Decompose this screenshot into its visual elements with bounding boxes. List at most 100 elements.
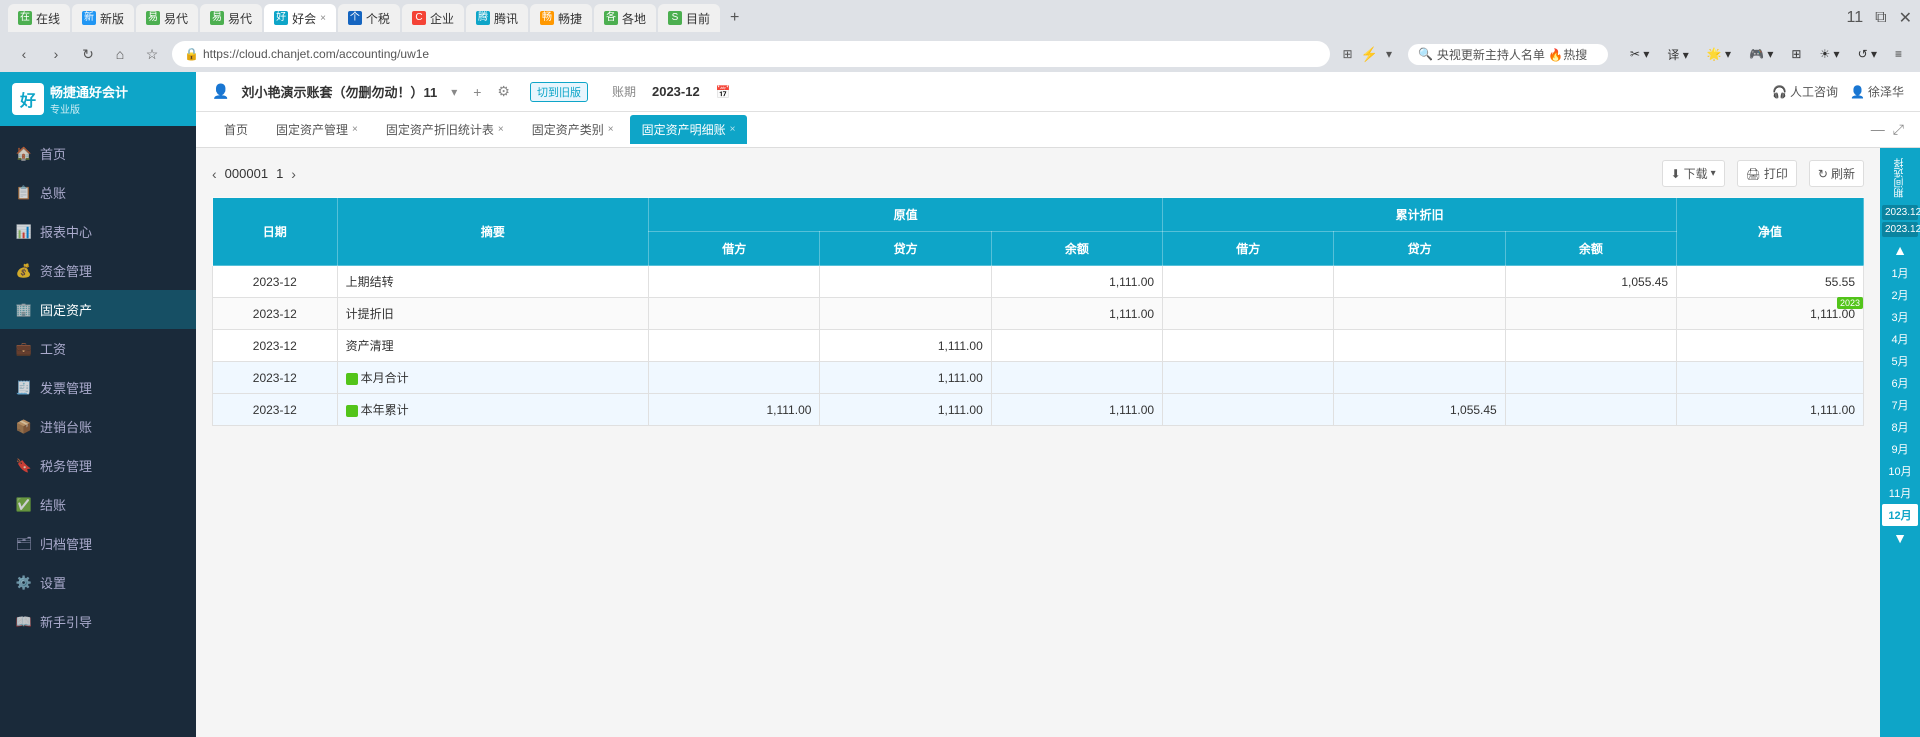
maximize-panel-btn[interactable]: ⤢ — [1893, 121, 1904, 138]
tab-close-fixed-asset-mgmt[interactable]: × — [352, 124, 358, 135]
cell-ov-credit: 1,111.00 — [820, 362, 991, 394]
tab-home[interactable]: 首页 — [212, 115, 260, 144]
period-date-2[interactable]: 2023.12 — [1882, 222, 1918, 237]
funds-icon: 💰 — [16, 263, 32, 279]
sidebar-item-archive[interactable]: 🗂 归档管理 — [0, 524, 196, 563]
address-bar-input[interactable]: 🔒 https://cloud.chanjet.com/accounting/u… — [172, 41, 1330, 67]
download-btn[interactable]: ⬇ 下载 ▾ — [1662, 160, 1725, 187]
download-icon: ⬇ — [1671, 167, 1681, 181]
period-month-2[interactable]: 2月 — [1882, 284, 1918, 306]
browser-tab-xinban[interactable]: 新 新版 — [72, 4, 134, 32]
browser-tab-qiye[interactable]: C 企业 — [402, 4, 464, 32]
customer-service-btn[interactable]: 🎧 人工咨询 — [1772, 83, 1838, 100]
period-month-11[interactable]: 11月 — [1882, 482, 1918, 504]
period-month-1[interactable]: 1月 — [1882, 262, 1918, 284]
period-month-3[interactable]: 3月 — [1882, 306, 1918, 328]
brightness-btn[interactable]: ☀ ▾ — [1813, 45, 1845, 63]
asset-detail-table: 日期 摘要 原值 累计折旧 净值 借方 贷方 余额 借方 贷方 余额 — [212, 197, 1864, 426]
game-btn[interactable]: 🎮 ▾ — [1743, 45, 1779, 63]
period-month-9[interactable]: 9月 — [1882, 438, 1918, 460]
browser-close-btn[interactable]: ✕ — [1899, 8, 1912, 28]
user-profile-btn[interactable]: 👤 徐泽华 — [1850, 83, 1904, 100]
dropdown-arrow[interactable]: ▾ — [451, 85, 457, 99]
sidebar-item-funds[interactable]: 💰 资金管理 — [0, 251, 196, 290]
switch-version-btn[interactable]: 切到旧版 — [530, 82, 588, 102]
browser-tab-zaix[interactable]: 在 在线 — [8, 4, 70, 32]
period-month-5[interactable]: 5月 — [1882, 350, 1918, 372]
cell-ov-credit — [820, 266, 991, 298]
next-page-btn[interactable]: › — [291, 166, 296, 182]
translate-btn[interactable]: 译 ▾ — [1661, 44, 1694, 65]
tab-depreciation-stats[interactable]: 固定资产折旧统计表 × — [374, 115, 516, 144]
cell-summary: 本年累计 — [337, 394, 649, 426]
browser-tab-geshui[interactable]: 个 个税 — [338, 4, 400, 32]
tab-close-asset-detail[interactable]: × — [730, 124, 736, 135]
tab-close-haohui[interactable]: × — [320, 13, 326, 24]
tab-asset-category[interactable]: 固定资产类别 × — [520, 115, 626, 144]
period-date-1[interactable]: 2023.12 — [1882, 205, 1918, 220]
back-button[interactable]: ‹ — [12, 42, 36, 66]
period-month-10[interactable]: 10月 — [1882, 460, 1918, 482]
browser-minimize[interactable]: 11 — [1847, 9, 1864, 27]
grid-btn[interactable]: ⊞ — [1785, 45, 1807, 63]
tab-close-asset-category[interactable]: × — [608, 124, 614, 135]
add-account-btn[interactable]: + — [473, 84, 481, 100]
browser-restore[interactable]: ⧉ — [1875, 9, 1886, 27]
tab-maximize-controls: — ⤢ — [1871, 121, 1904, 138]
settings-small-btn[interactable]: ⚙ — [497, 83, 510, 100]
sidebar-item-invoice[interactable]: 🧾 发票管理 — [0, 368, 196, 407]
home-button[interactable]: ⌂ — [108, 42, 132, 66]
download-dropdown-icon: ▾ — [1711, 168, 1716, 179]
browser-tab-gedi[interactable]: 各 各地 — [594, 4, 656, 32]
minimize-panel-btn[interactable]: — — [1871, 121, 1885, 138]
print-btn[interactable]: 🖨 打印 — [1737, 160, 1797, 187]
bookmark-button[interactable]: ☆ — [140, 42, 164, 66]
sidebar-item-ledger[interactable]: 📋 总账 — [0, 173, 196, 212]
browser-tab-tengxun[interactable]: 腾 腾讯 — [466, 4, 528, 32]
tab-fixed-asset-mgmt[interactable]: 固定资产管理 × — [264, 115, 370, 144]
cell-ov-debit — [649, 298, 820, 330]
sidebar-item-fixed-assets[interactable]: 🏢 固定资产 — [0, 290, 196, 329]
sidebar-item-purchase[interactable]: 📦 进销台账 — [0, 407, 196, 446]
tab-add-button[interactable]: + — [722, 9, 747, 27]
sidebar-item-settings[interactable]: ⚙️ 设置 — [0, 563, 196, 602]
period-down-arrow[interactable]: ▼ — [1889, 526, 1911, 550]
sidebar-item-guide[interactable]: 📖 新手引导 — [0, 602, 196, 641]
sidebar-item-home[interactable]: 🏠 首页 — [0, 134, 196, 173]
period-month-7[interactable]: 7月 — [1882, 394, 1918, 416]
period-month-6[interactable]: 6月 — [1882, 372, 1918, 394]
reload-button[interactable]: ↻ — [76, 42, 100, 66]
tab-asset-detail[interactable]: 固定资产明细账 × — [630, 115, 748, 144]
sidebar-item-reports[interactable]: 📊 报表中心 — [0, 212, 196, 251]
dropdown-icon[interactable]: ▾ — [1386, 47, 1392, 61]
browser-tab-changjie[interactable]: 畅 畅捷 — [530, 4, 592, 32]
browser-tab-yidai2[interactable]: 易 易代 — [200, 4, 262, 32]
forward-button[interactable]: › — [44, 42, 68, 66]
user-icon: 👤 — [1850, 85, 1865, 99]
scissors-btn[interactable]: ✂ ▾ — [1624, 45, 1655, 63]
sidebar-item-closing[interactable]: ✅ 结账 — [0, 485, 196, 524]
tab-close-depreciation-stats[interactable]: × — [498, 124, 504, 135]
purchase-icon: 📦 — [16, 419, 32, 435]
sidebar-item-tax[interactable]: 🔖 税务管理 — [0, 446, 196, 485]
wallet-btn[interactable]: 🌟 ▾ — [1701, 45, 1737, 63]
browser-tab-muqian[interactable]: S 目前 — [658, 4, 720, 32]
history-btn[interactable]: ↺ ▾ — [1852, 45, 1883, 63]
browser-tab-yidai1[interactable]: 易 易代 — [136, 4, 198, 32]
refresh-btn[interactable]: ↻ 刷新 — [1809, 160, 1864, 187]
payroll-icon: 💼 — [16, 341, 32, 357]
summary-icon — [346, 373, 358, 385]
search-bar[interactable]: 🔍 央视更新主持人名单 🔥热搜 — [1408, 44, 1608, 65]
cell-ov-debit — [649, 362, 820, 394]
calendar-icon[interactable]: 📅 — [716, 85, 731, 99]
prev-page-btn[interactable]: ‹ — [212, 166, 217, 182]
browser-tab-haohui[interactable]: 好 好会 × — [264, 4, 336, 32]
period-month-4[interactable]: 4月 — [1882, 328, 1918, 350]
print-icon: 🖨 — [1746, 167, 1761, 181]
sidebar-item-payroll[interactable]: 💼 工资 — [0, 329, 196, 368]
cell-ad-balance: 1,055.45 — [1505, 266, 1676, 298]
menu-btn[interactable]: ≡ — [1889, 45, 1908, 63]
period-month-8[interactable]: 8月 — [1882, 416, 1918, 438]
period-month-12[interactable]: 12月 — [1882, 504, 1918, 526]
period-up-arrow[interactable]: ▲ — [1889, 238, 1911, 262]
